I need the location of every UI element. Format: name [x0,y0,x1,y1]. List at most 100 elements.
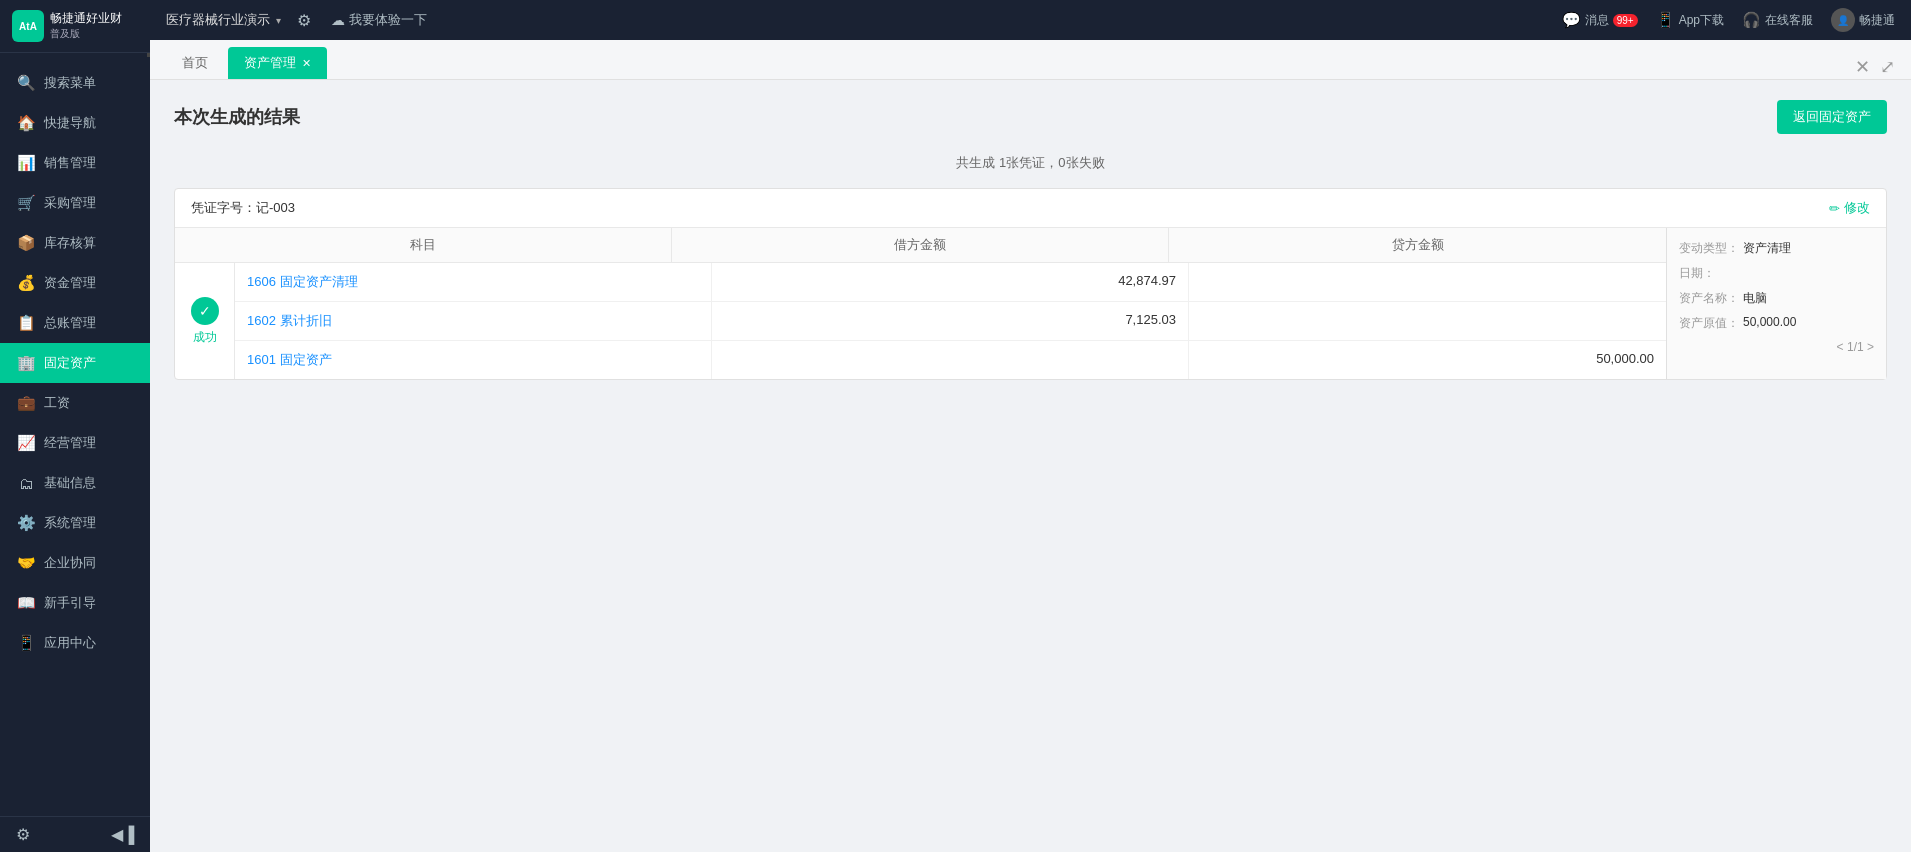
topbar: 医疗器械行业演示 ▾ ⚙ ☁ 我要体验一下 💬 消息 99+ 📱 App下载 🎧… [150,0,1911,40]
sidebar-item-label: 系统管理 [44,514,96,532]
sidebar-item-basic-info[interactable]: 🗂 基础信息 [0,463,150,503]
service-icon: 🎧 [1742,11,1761,29]
sidebar-item-label: 工资 [44,394,70,412]
topbar-right: 💬 消息 99+ 📱 App下载 🎧 在线客服 👤 畅捷通 [1562,8,1895,32]
edit-label: 修改 [1844,199,1870,217]
funds-icon: 💰 [16,273,36,293]
asset-value-value: 50,000.00 [1743,315,1796,332]
inventory-icon: 📦 [16,233,36,253]
cloud-icon: ☁ [331,12,345,28]
topbar-settings-icon[interactable]: ⚙ [297,11,311,30]
table-row: 1602 累计折旧 7,125.03 [235,302,1666,341]
pagination: < 1/1 > [1679,340,1874,354]
sidebar-item-ledger[interactable]: 📋 总账管理 [0,303,150,343]
sidebar-item-label: 搜索菜单 [44,74,96,92]
sidebar-item-app-center[interactable]: 📱 应用中心 [0,623,150,663]
change-type-value: 资产清理 [1743,240,1791,257]
cell-subject-2[interactable]: 1602 累计折旧 [235,302,712,340]
message-button[interactable]: 💬 消息 99+ [1562,11,1638,29]
operations-icon: 📈 [16,433,36,453]
sidebar-bottom: ⚙ ◀▐ [0,816,150,852]
project-selector[interactable]: 医疗器械行业演示 ▾ [166,11,281,29]
app-download-button[interactable]: 📱 App下载 [1656,11,1724,29]
app-center-icon: 📱 [16,633,36,653]
sidebar-item-label: 应用中心 [44,634,96,652]
table-header: 科目 借方金额 贷方金额 [175,228,1666,263]
sidebar-item-label: 快捷导航 [44,114,96,132]
sidebar-item-sales[interactable]: 📊 销售管理 [0,143,150,183]
cell-credit-2 [1189,302,1666,340]
side-info-panel: 变动类型： 资产清理 日期： 资产名称： 电脑 资产原值： 50,000.00 [1666,228,1886,379]
sidebar-item-label: 总账管理 [44,314,96,332]
sidebar-item-label: 固定资产 [44,354,96,372]
customer-service-button[interactable]: 🎧 在线客服 [1742,11,1813,29]
experience-text: 我要体验一下 [349,11,427,29]
asset-name-row: 资产名称： 电脑 [1679,290,1874,307]
sidebar-item-purchase[interactable]: 🛒 采购管理 [0,183,150,223]
table-row: 1601 固定资产 50,000.00 [235,341,1666,379]
settings-icon[interactable]: ⚙ [16,825,30,844]
basic-info-icon: 🗂 [16,473,36,493]
prev-page-icon[interactable]: < [1837,340,1844,354]
purchase-icon: 🛒 [16,193,36,213]
sidebar-item-search[interactable]: 🔍 搜索菜单 [0,63,150,103]
cell-debit-2: 7,125.03 [712,302,1189,340]
sales-icon: 📊 [16,153,36,173]
sidebar-item-funds[interactable]: 💰 资金管理 [0,263,150,303]
cooperation-icon: 🤝 [16,553,36,573]
tab-close-icon[interactable]: ✕ [302,57,311,70]
voucher-body: 科目 借方金额 贷方金额 ✓ 成功 1606 固定资产清理 [175,228,1886,379]
sidebar-item-cooperation[interactable]: 🤝 企业协同 [0,543,150,583]
date-label: 日期： [1679,265,1715,282]
sidebar-item-system[interactable]: ⚙️ 系统管理 [0,503,150,543]
sidebar: AtA 畅捷通好业财 普及版 🔍 搜索菜单 🏠 快捷导航 📊 销售管理 🛒 采购… [0,0,150,852]
guide-icon: 📖 [16,593,36,613]
cell-subject-1[interactable]: 1606 固定资产清理 [235,263,712,301]
sidebar-item-label: 经营管理 [44,434,96,452]
page-title: 本次生成的结果 [174,105,300,129]
user-name: 畅捷通 [1859,12,1895,29]
voucher-card: 凭证字号：记-003 ✏ 修改 科目 借方金额 贷方金额 [174,188,1887,380]
change-type-row: 变动类型： 资产清理 [1679,240,1874,257]
edit-icon: ✏ [1829,201,1840,216]
table-rows: 1606 固定资产清理 42,874.97 1602 累计折旧 7,125.03 [235,263,1666,379]
asset-name-label: 资产名称： [1679,290,1739,307]
logo-title: 畅捷通好业财 [50,11,122,27]
tab-asset-management[interactable]: 资产管理 ✕ [228,47,327,79]
message-badge: 99+ [1613,14,1638,27]
user-profile[interactable]: 👤 畅捷通 [1831,8,1895,32]
cell-subject-3[interactable]: 1601 固定资产 [235,341,712,379]
next-page-icon[interactable]: > [1867,340,1874,354]
sidebar-item-label: 企业协同 [44,554,96,572]
sidebar-item-inventory[interactable]: 📦 库存核算 [0,223,150,263]
chevron-down-icon: ▾ [276,15,281,26]
payroll-icon: 💼 [16,393,36,413]
project-name: 医疗器械行业演示 [166,11,270,29]
voucher-table: 科目 借方金额 贷方金额 ✓ 成功 1606 固定资产清理 [175,228,1666,379]
table-rows-wrapper: ✓ 成功 1606 固定资产清理 42,874.97 [175,263,1666,379]
edit-button[interactable]: ✏ 修改 [1829,199,1870,217]
sidebar-item-payroll[interactable]: 💼 工资 [0,383,150,423]
sidebar-item-quick-nav[interactable]: 🏠 快捷导航 [0,103,150,143]
sidebar-item-label: 采购管理 [44,194,96,212]
tab-home[interactable]: 首页 [166,47,224,79]
download-icon: 📱 [1656,11,1675,29]
app-download-label: App下载 [1679,12,1724,29]
logo-text-block: 畅捷通好业财 普及版 [50,11,122,41]
message-icon: 💬 [1562,11,1581,29]
sidebar-item-guide[interactable]: 📖 新手引导 [0,583,150,623]
success-badge: ✓ 成功 [175,263,235,379]
return-button[interactable]: 返回固定资产 [1777,100,1887,134]
tab-asset-management-label: 资产管理 [244,54,296,72]
search-icon: 🔍 [16,73,36,93]
cell-debit-1: 42,874.97 [712,263,1189,301]
tabbar: 首页 资产管理 ✕ [150,40,1911,80]
page-header: 本次生成的结果 返回固定资产 [174,100,1887,134]
sidebar-item-operations[interactable]: 📈 经营管理 [0,423,150,463]
change-type-label: 变动类型： [1679,240,1739,257]
sidebar-item-fixed-assets[interactable]: 🏢 固定资产 [0,343,150,383]
experience-button[interactable]: ☁ 我要体验一下 [331,11,427,29]
customer-service-label: 在线客服 [1765,12,1813,29]
collapse-icon[interactable]: ◀▐ [111,825,134,844]
logo-icon: AtA [12,10,44,42]
